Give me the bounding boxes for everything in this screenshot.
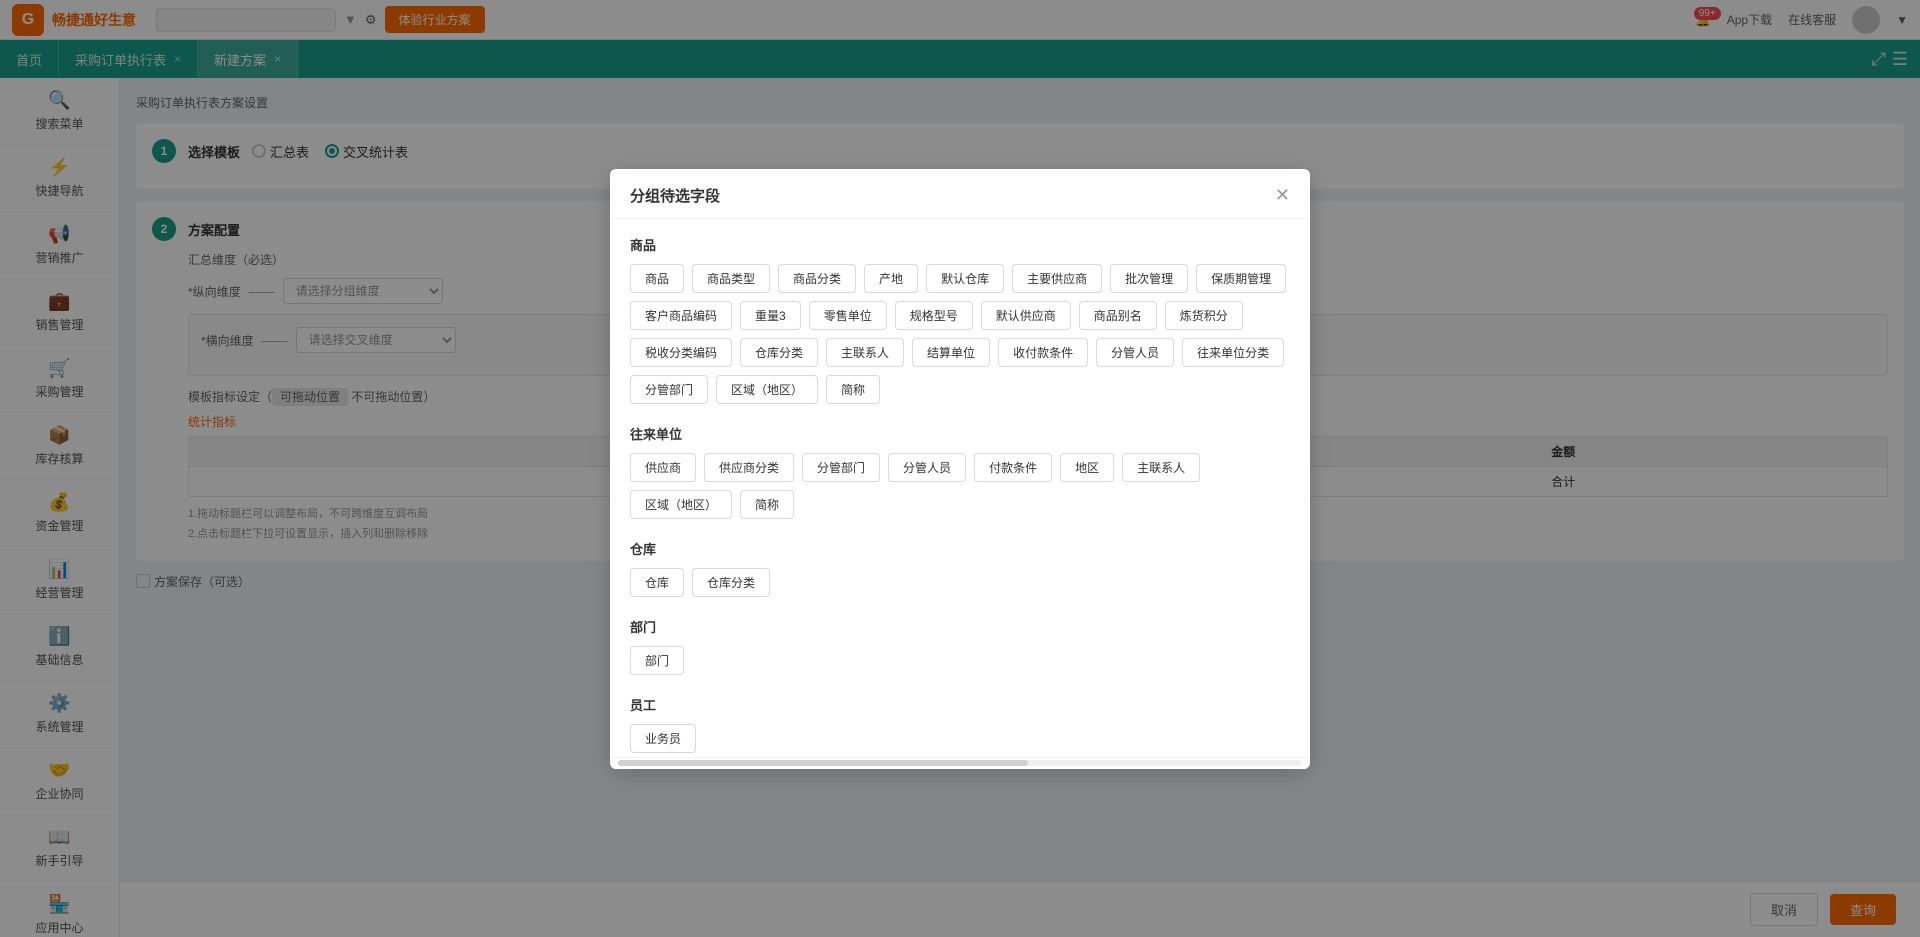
field-tag-goods-21[interactable]: 往来单位分类	[1182, 338, 1284, 367]
field-tags-warehouse: 仓库 仓库分类	[630, 568, 1290, 597]
field-group-counterpart: 往来单位 供应商 供应商分类 分管部门 分管人员 付款条件 地区 主联系人 区域…	[630, 424, 1290, 519]
field-tags-employee: 业务员	[630, 724, 1290, 753]
field-tag-dept-0[interactable]: 部门	[630, 646, 684, 675]
field-tag-goods-14[interactable]: 炼货积分	[1165, 301, 1243, 330]
field-group-counterpart-title: 往来单位	[630, 424, 1290, 443]
field-tag-cp-7[interactable]: 区域（地区）	[630, 490, 732, 519]
field-tag-goods-5[interactable]: 主要供应商	[1012, 264, 1102, 293]
field-tag-goods-3[interactable]: 产地	[864, 264, 918, 293]
field-group-warehouse-title: 仓库	[630, 539, 1290, 558]
field-tag-goods-10[interactable]: 零售单位	[809, 301, 887, 330]
field-tag-cp-5[interactable]: 地区	[1060, 453, 1114, 482]
field-tag-goods-7[interactable]: 保质期管理	[1196, 264, 1286, 293]
field-group-goods: 商品 商品 商品类型 商品分类 产地 默认仓库 主要供应商 批次管理 保质期管理…	[630, 235, 1290, 404]
field-tag-cp-3[interactable]: 分管人员	[888, 453, 966, 482]
field-tag-goods-12[interactable]: 默认供应商	[981, 301, 1071, 330]
modal-scrollbar-bottom[interactable]	[610, 757, 1310, 768]
field-tag-goods-17[interactable]: 主联系人	[826, 338, 904, 367]
field-tag-goods-20[interactable]: 分管人员	[1096, 338, 1174, 367]
modal-header: 分组待选字段 ✕	[610, 169, 1310, 219]
field-group-employee: 员工 业务员	[630, 695, 1290, 753]
field-tag-goods-22[interactable]: 分管部门	[630, 375, 708, 404]
field-tag-cp-4[interactable]: 付款条件	[974, 453, 1052, 482]
field-tag-goods-19[interactable]: 收付款条件	[998, 338, 1088, 367]
field-tag-goods-15[interactable]: 税收分类编码	[630, 338, 732, 367]
field-tag-goods-11[interactable]: 规格型号	[895, 301, 973, 330]
field-tag-goods-18[interactable]: 结算单位	[912, 338, 990, 367]
field-tag-cp-8[interactable]: 简称	[740, 490, 794, 519]
field-group-department-title: 部门	[630, 617, 1290, 636]
field-tag-goods-23[interactable]: 区域（地区）	[716, 375, 818, 404]
field-tag-cp-6[interactable]: 主联系人	[1122, 453, 1200, 482]
field-group-goods-title: 商品	[630, 235, 1290, 254]
field-group-employee-title: 员工	[630, 695, 1290, 714]
field-tag-goods-1[interactable]: 商品类型	[692, 264, 770, 293]
field-tag-cp-0[interactable]: 供应商	[630, 453, 696, 482]
field-tag-wh-0[interactable]: 仓库	[630, 568, 684, 597]
field-tag-goods-8[interactable]: 客户商品编码	[630, 301, 732, 330]
field-group-department: 部门 部门	[630, 617, 1290, 675]
field-tags-goods: 商品 商品类型 商品分类 产地 默认仓库 主要供应商 批次管理 保质期管理 客户…	[630, 264, 1290, 404]
modal-body: 商品 商品 商品类型 商品分类 产地 默认仓库 主要供应商 批次管理 保质期管理…	[610, 219, 1310, 758]
field-tag-goods-4[interactable]: 默认仓库	[926, 264, 1004, 293]
field-tag-goods-13[interactable]: 商品别名	[1079, 301, 1157, 330]
modal-overlay: 分组待选字段 ✕ 商品 商品 商品类型 商品分类 产地 默认仓库 主要供应商 批…	[0, 0, 1920, 937]
field-tags-department: 部门	[630, 646, 1290, 675]
modal-close-icon[interactable]: ✕	[1275, 185, 1290, 206]
field-tag-goods-9[interactable]: 重量3	[740, 301, 801, 330]
field-tag-goods-6[interactable]: 批次管理	[1110, 264, 1188, 293]
field-tag-wh-1[interactable]: 仓库分类	[692, 568, 770, 597]
field-tag-goods-16[interactable]: 仓库分类	[740, 338, 818, 367]
field-tag-emp-0[interactable]: 业务员	[630, 724, 696, 753]
modal-title: 分组待选字段	[630, 185, 720, 206]
field-tag-cp-1[interactable]: 供应商分类	[704, 453, 794, 482]
field-group-warehouse: 仓库 仓库 仓库分类	[630, 539, 1290, 597]
field-tag-cp-2[interactable]: 分管部门	[802, 453, 880, 482]
field-tag-goods-24[interactable]: 简称	[826, 375, 880, 404]
field-tags-counterpart: 供应商 供应商分类 分管部门 分管人员 付款条件 地区 主联系人 区域（地区） …	[630, 453, 1290, 519]
modal-dialog: 分组待选字段 ✕ 商品 商品 商品类型 商品分类 产地 默认仓库 主要供应商 批…	[610, 169, 1310, 769]
field-tag-goods-2[interactable]: 商品分类	[778, 264, 856, 293]
field-tag-goods-0[interactable]: 商品	[630, 264, 684, 293]
